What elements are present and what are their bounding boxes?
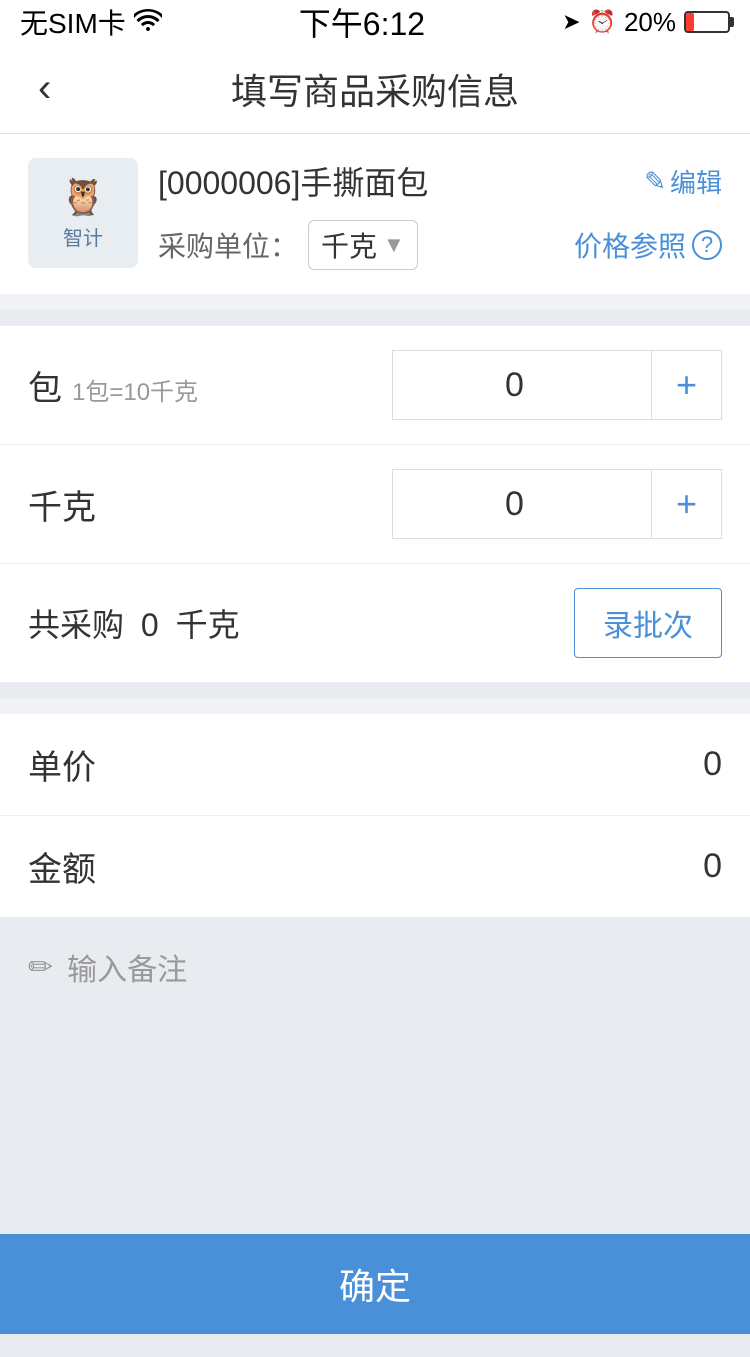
edit-icon: ✎ (644, 166, 666, 197)
alarm-icon: ⏰ (589, 9, 616, 35)
bao-input-row: 包 1包=10千克 + (0, 326, 750, 445)
input-section: 包 1包=10千克 + 千克 + (0, 326, 750, 563)
confirm-button-label: 确定 (339, 1258, 411, 1310)
battery-icon (684, 11, 730, 33)
status-right: ➤ ⏰ 20% (562, 7, 730, 38)
section-divider-2 (0, 682, 750, 698)
unit-price-row: 单价 0 (0, 714, 750, 816)
unit-price-value: 0 (703, 745, 722, 784)
bao-plus-button[interactable]: + (652, 350, 722, 420)
location-icon: ➤ (562, 9, 580, 35)
notes-placeholder: 输入备注 (67, 945, 187, 989)
kg-input-row: 千克 + (0, 445, 750, 563)
kg-label-text: 千克 (28, 480, 96, 529)
unit-label: 采购单位： (158, 225, 298, 265)
kg-input-control: + (392, 469, 722, 539)
kg-number-input[interactable] (392, 469, 652, 539)
product-info: [0000006]手撕面包 ✎ 编辑 采购单位： 千克 ▼ 价格参照 ? (158, 158, 722, 270)
price-reference-button[interactable]: 价格参照 ? (574, 225, 722, 265)
section-divider-1 (0, 310, 750, 326)
notes-icon: ✏ (28, 950, 53, 985)
price-ref-label: 价格参照 (574, 225, 686, 265)
sim-text: 无SIM卡 (20, 2, 126, 42)
kg-plus-button[interactable]: + (652, 469, 722, 539)
unit-row: 采购单位： 千克 ▼ 价格参照 ? (158, 220, 722, 270)
product-card: 🦉 智计 [0000006]手撕面包 ✎ 编辑 采购单位： 千克 ▼ 价格参照 … (0, 134, 750, 294)
edit-button[interactable]: ✎ 编辑 (644, 163, 722, 200)
price-ref-icon: ? (692, 230, 722, 260)
battery-percent: 20% (624, 7, 676, 38)
brand-label: 智计 (63, 222, 103, 251)
price-section: 单价 0 金额 0 (0, 714, 750, 917)
page-title: 填写商品采购信息 (231, 63, 519, 115)
amount-label: 金额 (28, 842, 96, 891)
batch-button[interactable]: 录批次 (574, 588, 722, 658)
product-image: 🦉 智计 (28, 158, 138, 268)
summary-value: 0 (141, 607, 159, 643)
nav-bar: ‹ 填写商品采购信息 (0, 44, 750, 134)
unit-value: 千克 (321, 225, 377, 265)
status-time: 下午6:12 (299, 0, 425, 45)
unit-select-button[interactable]: 千克 ▼ (308, 220, 418, 270)
back-button[interactable]: ‹ (28, 56, 61, 121)
bao-sublabel: 1包=10千克 (72, 372, 198, 407)
bao-number-input[interactable] (392, 350, 652, 420)
notes-section[interactable]: ✏ 输入备注 (0, 917, 750, 1017)
confirm-button-area[interactable]: 确定 (0, 1234, 750, 1334)
kg-label: 千克 (28, 480, 96, 529)
bao-label: 包 1包=10千克 (28, 361, 198, 410)
dropdown-icon: ▼ (383, 232, 405, 258)
amount-value: 0 (703, 847, 722, 886)
summary-prefix: 共采购 (28, 607, 124, 643)
product-full-name: [0000006]手撕面包 (158, 158, 428, 204)
product-name-row: [0000006]手撕面包 ✎ 编辑 (158, 158, 722, 204)
wifi-icon (134, 6, 162, 38)
brand-owl-icon: 🦉 (61, 176, 106, 218)
status-bar: 无SIM卡 下午6:12 ➤ ⏰ 20% (0, 0, 750, 44)
edit-label: 编辑 (670, 163, 722, 200)
bao-input-control: + (392, 350, 722, 420)
summary-row: 共采购 0 千克 录批次 (0, 563, 750, 682)
amount-row: 金额 0 (0, 816, 750, 917)
summary-unit: 千克 (176, 607, 240, 643)
summary-text: 共采购 0 千克 (28, 600, 240, 646)
status-left: 无SIM卡 (20, 2, 162, 42)
bao-label-text: 包 (28, 361, 62, 410)
unit-price-label: 单价 (28, 740, 96, 789)
